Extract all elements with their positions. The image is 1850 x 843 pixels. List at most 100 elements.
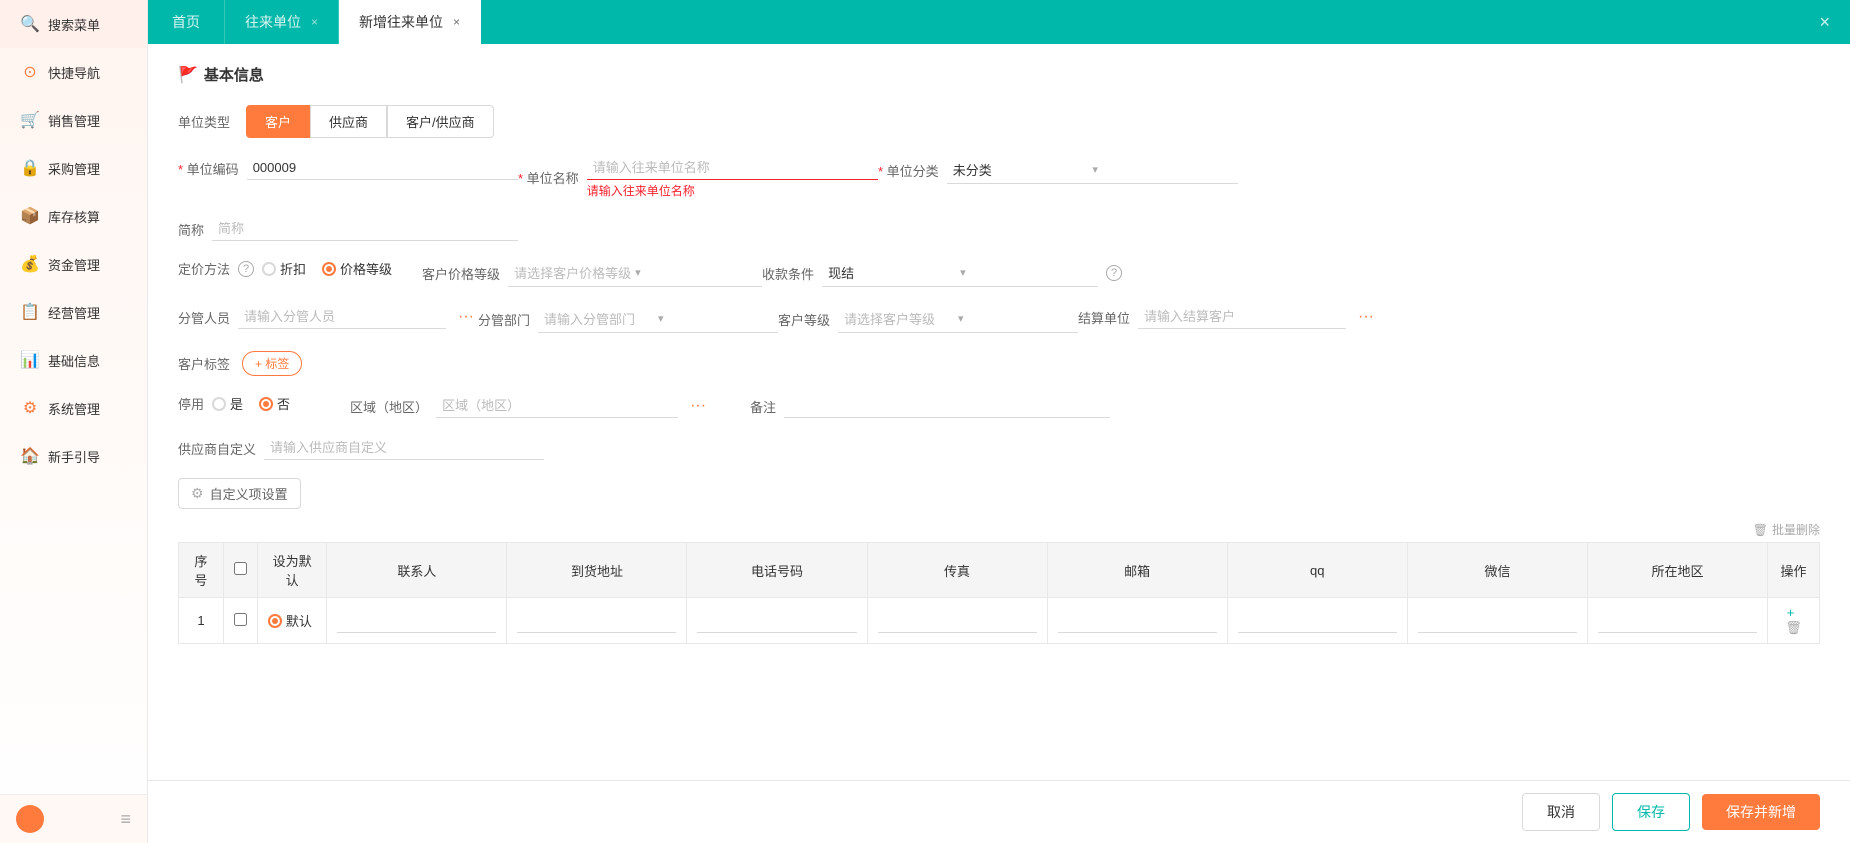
pricing-radio-group: 折扣 价格等级 (262, 259, 392, 278)
settlement-input[interactable] (1138, 305, 1346, 329)
phone-input[interactable] (697, 609, 856, 633)
window-close-button[interactable]: × (1799, 12, 1850, 33)
department-field: 分管部门 请输入分管部门 ▾ (478, 305, 778, 333)
cancel-button[interactable]: 取消 (1522, 793, 1600, 831)
sidebar-item-sales[interactable]: 🛒 销售管理 (0, 96, 147, 144)
add-tag-button[interactable]: + 标签 (242, 351, 302, 376)
sidebar-item-basic-info[interactable]: 📊 基础信息 (0, 336, 147, 384)
contact-input[interactable] (337, 609, 496, 633)
main-area: 首页 往来单位 × 新增往来单位 × × 🚩 基本信息 单位类型 客户 供应商 … (148, 0, 1850, 843)
save-and-new-button[interactable]: 保存并新增 (1702, 794, 1820, 830)
customer-tag-row: 客户标签 + 标签 (178, 351, 1820, 376)
col-region: 所在地区 (1587, 543, 1767, 598)
row-wechat[interactable] (1407, 598, 1587, 644)
unit-type-both-btn[interactable]: 客户/供应商 (387, 105, 494, 138)
row-checkbox-input[interactable] (234, 613, 247, 626)
row-delete-btn[interactable]: 🗑 (1785, 620, 1802, 635)
category-select[interactable]: 未分类 ▾ (947, 156, 1238, 184)
unit-type-supplier-btn[interactable]: 供应商 (310, 105, 387, 138)
custom-settings-button[interactable]: ⚙ 自定义项设置 (178, 478, 301, 509)
row-email[interactable] (1047, 598, 1227, 644)
row-qq[interactable] (1227, 598, 1407, 644)
manager-ellipsis-btn[interactable]: ··· (454, 308, 478, 326)
row-fax[interactable] (867, 598, 1047, 644)
name-input[interactable] (587, 156, 878, 180)
row-default-radio[interactable]: 默认 (268, 611, 317, 630)
category-label: 单位分类 (878, 161, 939, 180)
code-input[interactable] (247, 156, 518, 180)
row-add-btn[interactable]: + (1787, 605, 1795, 620)
short-name-input[interactable] (212, 217, 518, 241)
category-chevron-icon: ▾ (1092, 163, 1232, 176)
row-phone[interactable] (687, 598, 867, 644)
batch-delete-btn[interactable]: 🗑 批量删除 (1753, 521, 1820, 538)
row-address[interactable] (507, 598, 687, 644)
price-level-placeholder: 请选择客户价格等级 (514, 263, 635, 282)
department-placeholder: 请输入分管部门 (544, 309, 658, 328)
address-input[interactable] (517, 609, 676, 633)
tab-partners[interactable]: 往来单位 × (225, 0, 339, 44)
disabled-region-row: 停用 是 否 区域（地区） ··· 备注 (178, 394, 1820, 418)
tab-new-partner[interactable]: 新增往来单位 × (339, 0, 481, 44)
row-region-input[interactable] (1598, 609, 1757, 633)
form-content: 🚩 基本信息 单位类型 客户 供应商 客户/供应商 单位编码 单位名称 (148, 44, 1850, 780)
pricing-level-option[interactable]: 价格等级 (322, 259, 392, 278)
system-icon: ⚙ (20, 398, 40, 418)
col-checkbox (223, 543, 257, 598)
supplier-custom-input[interactable] (264, 436, 544, 460)
manager-row: 分管人员 ··· 分管部门 请输入分管部门 ▾ 客户等级 请选择客户等级 ▾ 结… (178, 305, 1820, 333)
pricing-discount-radio (262, 262, 276, 276)
sidebar-bottom: ≡ (0, 794, 147, 843)
fax-input[interactable] (878, 609, 1037, 633)
code-name-category-row: 单位编码 单位名称 请输入往来单位名称 单位分类 未分类 ▾ (178, 156, 1820, 199)
disabled-field: 停用 是 否 (178, 394, 290, 413)
category-field: 单位分类 未分类 ▾ (878, 156, 1238, 184)
payment-terms-select[interactable]: 现结 ▾ (822, 259, 1098, 287)
disabled-yes-option[interactable]: 是 (212, 394, 243, 413)
supplier-custom-field: 供应商自定义 (178, 436, 544, 460)
sidebar-item-operations[interactable]: 📋 经营管理 (0, 288, 147, 336)
tab-home[interactable]: 首页 (148, 0, 225, 44)
unit-type-customer-btn[interactable]: 客户 (246, 105, 310, 138)
customer-level-select[interactable]: 请选择客户等级 ▾ (838, 305, 1078, 333)
disabled-radio-group: 是 否 (212, 394, 290, 413)
email-input[interactable] (1058, 609, 1217, 633)
qq-input[interactable] (1238, 609, 1397, 633)
sidebar-item-quick-nav[interactable]: ⊙ 快捷导航 (0, 48, 147, 96)
region-ellipsis-btn[interactable]: ··· (686, 397, 710, 415)
remark-input[interactable] (784, 394, 1110, 418)
pricing-help-icon[interactable]: ? (238, 261, 254, 277)
operations-icon: 📋 (20, 302, 40, 322)
section-basic-info: 🚩 基本信息 (178, 64, 1820, 85)
pricing-discount-option[interactable]: 折扣 (262, 259, 306, 278)
sidebar-item-inventory[interactable]: 📦 库存核算 (0, 192, 147, 240)
close-tab-new-partner[interactable]: × (453, 15, 460, 29)
manager-label: 分管人员 (178, 308, 230, 327)
unit-type-field: 单位类型 客户 供应商 客户/供应商 (178, 105, 494, 138)
sidebar-item-system[interactable]: ⚙ 系统管理 (0, 384, 147, 432)
department-select[interactable]: 请输入分管部门 ▾ (538, 305, 778, 333)
payment-help-icon[interactable]: ? (1106, 265, 1122, 281)
sidebar-item-purchase[interactable]: 🔒 采购管理 (0, 144, 147, 192)
menu-toggle-icon[interactable]: ≡ (120, 809, 131, 830)
supplier-custom-label: 供应商自定义 (178, 439, 256, 458)
save-button[interactable]: 保存 (1612, 793, 1690, 831)
row-contact[interactable] (327, 598, 507, 644)
col-email: 邮箱 (1047, 543, 1227, 598)
form-footer: 取消 保存 保存并新增 (148, 780, 1850, 843)
sidebar-item-guide[interactable]: 🏠 新手引导 (0, 432, 147, 480)
select-all-checkbox[interactable] (234, 562, 247, 575)
settlement-ellipsis-btn[interactable]: ··· (1354, 308, 1378, 326)
sidebar-item-search[interactable]: 🔍 搜索菜单 (0, 0, 147, 48)
close-tab-partners[interactable]: × (311, 15, 318, 29)
price-level-select[interactable]: 请选择客户价格等级 ▾ (508, 259, 762, 287)
row-region[interactable] (1587, 598, 1767, 644)
manager-input[interactable] (238, 305, 446, 329)
tab-bar: 首页 往来单位 × 新增往来单位 × × (148, 0, 1850, 44)
wechat-input[interactable] (1418, 609, 1577, 633)
sidebar-item-finance[interactable]: 💰 资金管理 (0, 240, 147, 288)
disabled-no-option[interactable]: 否 (259, 394, 290, 413)
supplier-custom-row: 供应商自定义 (178, 436, 1820, 460)
col-phone: 电话号码 (687, 543, 867, 598)
region-input[interactable] (436, 394, 678, 418)
